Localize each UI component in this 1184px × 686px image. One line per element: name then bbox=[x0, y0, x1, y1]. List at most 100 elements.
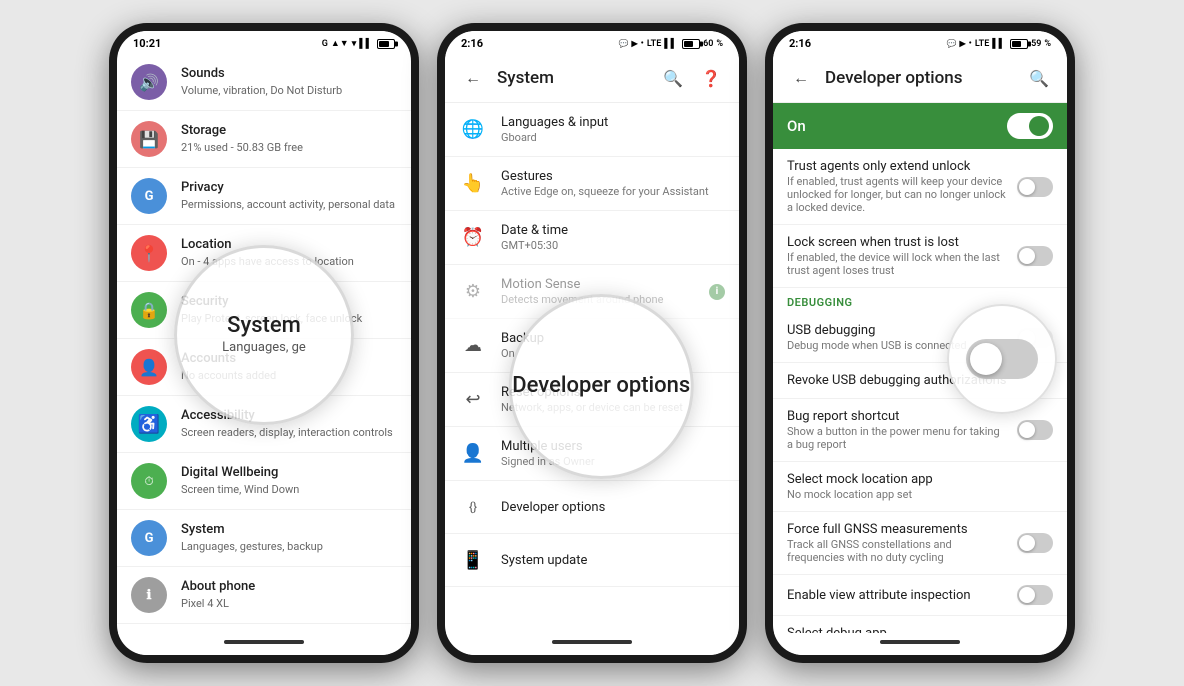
list-item[interactable]: Bug report shortcut Show a button in the… bbox=[773, 399, 1067, 462]
list-item[interactable]: ↩ Reset options Network, apps, or device… bbox=[445, 373, 739, 427]
trust-agents-toggle[interactable] bbox=[1017, 177, 1053, 197]
storage-text: Storage 21% used - 50.83 GB free bbox=[181, 123, 397, 155]
gestures-title: Gestures bbox=[501, 169, 725, 184]
list-item[interactable]: 📱 System update bbox=[445, 534, 739, 587]
help-button[interactable]: ❓ bbox=[697, 64, 725, 92]
search-button[interactable]: 🔍 bbox=[659, 64, 687, 92]
list-item[interactable]: {} Developer options bbox=[445, 481, 739, 534]
storage-subtitle: 21% used - 50.83 GB free bbox=[181, 141, 397, 155]
list-item[interactable]: ⏰ Date & time GMT+05:30 bbox=[445, 211, 739, 265]
datetime-icon: ⏰ bbox=[459, 224, 487, 252]
list-item[interactable]: Revoke USB debugging authorizations bbox=[773, 363, 1067, 399]
phone-3-header-title: Developer options bbox=[825, 68, 1015, 88]
motion-sense-subtitle: Detects movement around phone bbox=[501, 293, 695, 306]
accessibility-title: Accessibility bbox=[181, 408, 397, 425]
usb-debugging-text: USB debugging Debug mode when USB is con… bbox=[787, 323, 1007, 352]
list-item[interactable]: 🔊 Sounds Volume, vibration, Do Not Distu… bbox=[117, 54, 411, 111]
system-title: System bbox=[181, 522, 397, 539]
list-item[interactable]: Select debug app bbox=[773, 616, 1067, 633]
phone3-back-button[interactable]: ← bbox=[787, 64, 815, 92]
phone-2-signal-bars: ▌▌ bbox=[664, 38, 677, 49]
reset-title: Reset options bbox=[501, 385, 725, 400]
gnss-text: Force full GNSS measurements Track all G… bbox=[787, 522, 1007, 564]
list-item[interactable]: ⚙ Motion Sense Detects movement around p… bbox=[445, 265, 739, 319]
home-indicator bbox=[224, 640, 304, 644]
system-settings-list: 🌐 Languages & input Gboard 👆 Gestures Ac… bbox=[445, 103, 739, 587]
back-button[interactable]: ← bbox=[459, 64, 487, 92]
list-item[interactable]: 💾 Storage 21% used - 50.83 GB free bbox=[117, 111, 411, 168]
security-subtitle: Play Protect, screen lock, face unlock bbox=[181, 312, 397, 326]
list-item[interactable]: Enable view attribute inspection bbox=[773, 575, 1067, 616]
list-item[interactable]: ⏱ Digital Wellbeing Screen time, Wind Do… bbox=[117, 453, 411, 510]
list-item[interactable]: ☁ Backup On bbox=[445, 319, 739, 373]
phone-2: 2:16 💬 ▶ • LTE ▌▌ 60% ← System 🔍 ❓ bbox=[437, 23, 747, 663]
phone3-lte-label: LTE bbox=[975, 39, 989, 49]
lock-screen-title: Lock screen when trust is lost bbox=[787, 235, 1007, 250]
lock-screen-toggle[interactable] bbox=[1017, 246, 1053, 266]
location-icon: 📍 bbox=[131, 235, 167, 271]
usb-debugging-toggle[interactable] bbox=[1017, 328, 1053, 348]
phone3-youtube-icon: ▶ bbox=[960, 39, 966, 48]
privacy-text: Privacy Permissions, account activity, p… bbox=[181, 180, 397, 212]
list-item[interactable]: G Privacy Permissions, account activity,… bbox=[117, 168, 411, 225]
privacy-title: Privacy bbox=[181, 180, 397, 197]
lte-label: LTE bbox=[647, 39, 661, 49]
accounts-icon: 👤 bbox=[131, 349, 167, 385]
datetime-title: Date & time bbox=[501, 223, 725, 238]
list-item[interactable]: 🔒 Security Play Protect, screen lock, fa… bbox=[117, 282, 411, 339]
phone3-search-button[interactable]: 🔍 bbox=[1025, 64, 1053, 92]
dev-options-on-bar[interactable]: On bbox=[773, 103, 1067, 149]
location-subtitle: On - 4 apps have access to location bbox=[181, 255, 397, 269]
list-item[interactable]: Force full GNSS measurements Track all G… bbox=[773, 512, 1067, 575]
list-item[interactable]: 📍 Location On - 4 apps have access to lo… bbox=[117, 225, 411, 282]
dev-options-icon: {} bbox=[459, 493, 487, 521]
phone-2-status-icons: 💬 ▶ • LTE ▌▌ 60% bbox=[619, 38, 723, 49]
about-phone-text: About phone Pixel 4 XL bbox=[181, 579, 397, 611]
trust-agents-subtitle: If enabled, trust agents will keep your … bbox=[787, 175, 1007, 214]
privacy-subtitle: Permissions, account activity, personal … bbox=[181, 198, 397, 212]
backup-subtitle: On bbox=[501, 347, 725, 360]
list-item[interactable]: ℹ About phone Pixel 4 XL bbox=[117, 567, 411, 624]
list-item[interactable]: 👆 Gestures Active Edge on, squeeze for y… bbox=[445, 157, 739, 211]
system-icon: G bbox=[131, 520, 167, 556]
phone3-whatsapp-icon: 💬 bbox=[947, 39, 957, 48]
backup-text: Backup On bbox=[501, 331, 725, 360]
dev-options-main-toggle[interactable] bbox=[1007, 113, 1053, 139]
security-text: Security Play Protect, screen lock, face… bbox=[181, 294, 397, 326]
digital-wellbeing-title: Digital Wellbeing bbox=[181, 465, 397, 482]
phone-2-status-bar: 2:16 💬 ▶ • LTE ▌▌ 60% bbox=[445, 31, 739, 54]
list-item[interactable]: ? Tips & support Help articles, phone & … bbox=[117, 624, 411, 633]
list-item[interactable]: 🌐 Languages & input Gboard bbox=[445, 103, 739, 157]
gnss-toggle[interactable] bbox=[1017, 533, 1053, 553]
phone-3: 2:16 💬 ▶ • LTE ▌▌ 59% ← Developer option… bbox=[765, 23, 1075, 663]
lock-screen-toggle-knob bbox=[1019, 248, 1035, 264]
list-item[interactable]: ♿ Accessibility Screen readers, display,… bbox=[117, 396, 411, 453]
phone-3-bottom-bar bbox=[773, 633, 1067, 655]
list-item[interactable]: Trust agents only extend unlock If enabl… bbox=[773, 149, 1067, 225]
list-item[interactable]: Select mock location app No mock locatio… bbox=[773, 462, 1067, 512]
bug-report-subtitle: Show a button in the power menu for taki… bbox=[787, 425, 1007, 451]
list-item[interactable]: Lock screen when trust is lost If enable… bbox=[773, 225, 1067, 288]
list-item[interactable]: 👤 Accounts No accounts added bbox=[117, 339, 411, 396]
system-update-icon: 📱 bbox=[459, 546, 487, 574]
phone-3-status-icons: 💬 ▶ • LTE ▌▌ 59% bbox=[947, 38, 1051, 49]
motion-sense-text: Motion Sense Detects movement around pho… bbox=[501, 277, 695, 306]
phone-3-content: Trust agents only extend unlock If enabl… bbox=[773, 149, 1067, 633]
list-item[interactable]: 👤 Multiple users Signed in as Owner bbox=[445, 427, 739, 481]
view-attr-toggle[interactable] bbox=[1017, 585, 1053, 605]
usb-debugging-item[interactable]: USB debugging Debug mode when USB is con… bbox=[773, 313, 1067, 363]
bug-report-text: Bug report shortcut Show a button in the… bbox=[787, 409, 1007, 451]
motion-sense-badge: i bbox=[709, 284, 725, 300]
system-text: System Languages, gestures, backup bbox=[181, 522, 397, 554]
accessibility-text: Accessibility Screen readers, display, i… bbox=[181, 408, 397, 440]
phone-3-status-bar: 2:16 💬 ▶ • LTE ▌▌ 59% bbox=[773, 31, 1067, 54]
dev-options-text: Developer options bbox=[501, 500, 725, 515]
languages-subtitle: Gboard bbox=[501, 131, 725, 144]
bug-report-toggle[interactable] bbox=[1017, 420, 1053, 440]
bug-report-toggle-knob bbox=[1019, 422, 1035, 438]
phone-2-header: ← System 🔍 ❓ bbox=[445, 54, 739, 103]
phone-1-time: 10:21 bbox=[133, 37, 161, 50]
list-item[interactable]: G System Languages, gestures, backup bbox=[117, 510, 411, 567]
accessibility-subtitle: Screen readers, display, interaction con… bbox=[181, 426, 397, 440]
languages-title: Languages & input bbox=[501, 115, 725, 130]
